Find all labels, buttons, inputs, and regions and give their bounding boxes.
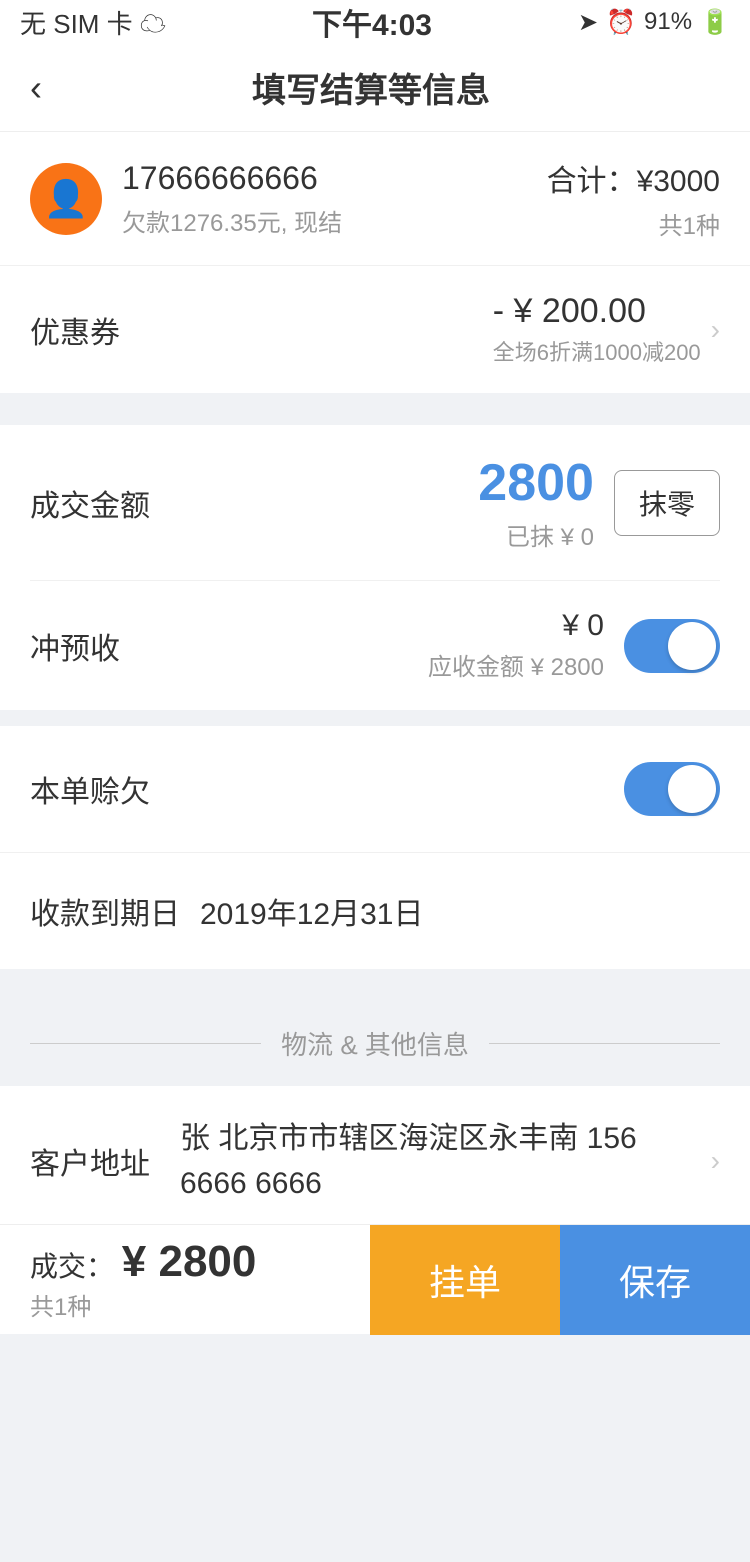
amount-erased: 已抹 ¥ 0	[478, 517, 594, 552]
amount-right: 2800 已抹 ¥ 0 抹零	[478, 453, 720, 552]
amount-row: 成交金额 2800 已抹 ¥ 0 抹零	[30, 425, 720, 581]
logistics-label: 物流 & 其他信息	[281, 1025, 469, 1062]
amount-value-wrap: 2800 已抹 ¥ 0	[478, 453, 594, 552]
address-row[interactable]: 客户地址 张 北京市市辖区海淀区永丰南 156 6666 6666 ›	[0, 1086, 750, 1236]
nav-bar: ‹ 填写结算等信息	[0, 44, 750, 132]
coupon-detail: 全场6折满1000减200	[493, 335, 701, 367]
location-icon: ➤	[578, 8, 598, 37]
bottom-bar: 成交： ¥ 2800 共1种 挂单 保存	[0, 1224, 750, 1334]
address-value: 张 北京市市辖区海淀区永丰南 156 6666 6666	[180, 1116, 711, 1206]
toggle-knob-credit	[668, 765, 716, 813]
amount-label: 成交金额	[30, 481, 150, 525]
address-section: 客户地址 张 北京市市辖区海淀区永丰南 156 6666 6666 ›	[0, 1086, 750, 1236]
save-button[interactable]: 保存	[560, 1225, 750, 1335]
total-amount: 合计：¥3000	[547, 156, 720, 200]
duedate-row: 收款到期日 2019年12月31日	[0, 852, 750, 969]
duedate-label: 收款到期日	[30, 889, 180, 933]
customer-right: 合计：¥3000 共1种	[547, 156, 720, 241]
coupon-label: 优惠券	[30, 308, 120, 352]
hang-button[interactable]: 挂单	[370, 1225, 560, 1335]
amount-section: 成交金额 2800 已抹 ¥ 0 抹零 冲预收 ¥ 0 应收金额 ¥ 2800	[0, 425, 750, 710]
coupon-row[interactable]: 优惠券 - ¥ 200.00 全场6折满1000减200 ›	[0, 265, 750, 393]
prepay-label: 冲预收	[30, 624, 120, 668]
status-left: 无 SIM 卡 ☁	[20, 4, 166, 41]
prepay-amount-wrap: ¥ 0 应收金额 ¥ 2800	[428, 609, 604, 682]
duedate-value: 2019年12月31日	[200, 889, 423, 933]
sim-label: 无 SIM 卡 ☁	[20, 4, 166, 41]
prepay-amount: ¥ 0	[428, 609, 604, 643]
credit-label: 本单赊欠	[30, 767, 150, 811]
battery-icon: 🔋	[700, 8, 730, 37]
separator-1	[0, 409, 750, 425]
credit-row: 本单赊欠	[0, 726, 750, 852]
prepay-row: 冲预收 ¥ 0 应收金额 ¥ 2800	[30, 581, 720, 710]
bottom-deal-amount: ¥ 2800	[122, 1237, 257, 1286]
round-button[interactable]: 抹零	[614, 470, 720, 536]
coupon-value-wrap: - ¥ 200.00 全场6折满1000减200	[493, 292, 701, 367]
prepay-toggle[interactable]	[624, 619, 720, 673]
bottom-count: 共1种	[30, 1287, 340, 1322]
avatar: 👤	[30, 163, 102, 235]
amount-value: 2800	[478, 453, 594, 513]
coupon-right: - ¥ 200.00 全场6折满1000减200 ›	[493, 292, 720, 367]
alarm-icon: ⏰	[606, 8, 636, 37]
logistics-divider: 物流 & 其他信息	[0, 1001, 750, 1086]
customer-row: 👤 17666666666 欠款1276.35元, 现结 合计：¥3000 共1…	[0, 132, 750, 265]
customer-section: 👤 17666666666 欠款1276.35元, 现结 合计：¥3000 共1…	[0, 132, 750, 393]
prepay-right: ¥ 0 应收金额 ¥ 2800	[428, 609, 720, 682]
status-bar: 无 SIM 卡 ☁ 下午4:03 ➤ ⏰ 91% 🔋	[0, 0, 750, 44]
divider-line-left	[30, 1043, 261, 1044]
toggle-knob-prepay	[668, 622, 716, 670]
status-time: 下午4:03	[312, 0, 432, 44]
credit-toggle[interactable]	[624, 762, 720, 816]
coupon-discount: - ¥ 200.00	[493, 292, 701, 331]
total-count: 共1种	[547, 206, 720, 241]
bottom-deal-row: 成交： ¥ 2800	[30, 1237, 340, 1287]
customer-info: 17666666666 欠款1276.35元, 现结	[122, 160, 342, 238]
chevron-right-icon: ›	[711, 314, 720, 346]
address-label: 客户地址	[30, 1139, 150, 1183]
customer-debt: 欠款1276.35元, 现结	[122, 203, 342, 238]
bottom-summary: 成交： ¥ 2800 共1种	[0, 1237, 370, 1322]
separator-3	[0, 985, 750, 1001]
back-button[interactable]: ‹	[30, 67, 62, 109]
customer-phone: 17666666666	[122, 160, 342, 197]
customer-left: 👤 17666666666 欠款1276.35元, 现结	[30, 160, 342, 238]
divider-line-right	[489, 1043, 720, 1044]
separator-2	[0, 710, 750, 726]
prepay-receivable: 应收金额 ¥ 2800	[428, 647, 604, 682]
status-right: ➤ ⏰ 91% 🔋	[578, 8, 730, 37]
address-chevron-icon: ›	[711, 1145, 720, 1177]
bottom-deal-label: 成交：	[30, 1251, 114, 1282]
battery-label: 91%	[644, 8, 692, 36]
credit-section: 本单赊欠 收款到期日 2019年12月31日	[0, 726, 750, 969]
page-title: 填写结算等信息	[62, 63, 680, 112]
